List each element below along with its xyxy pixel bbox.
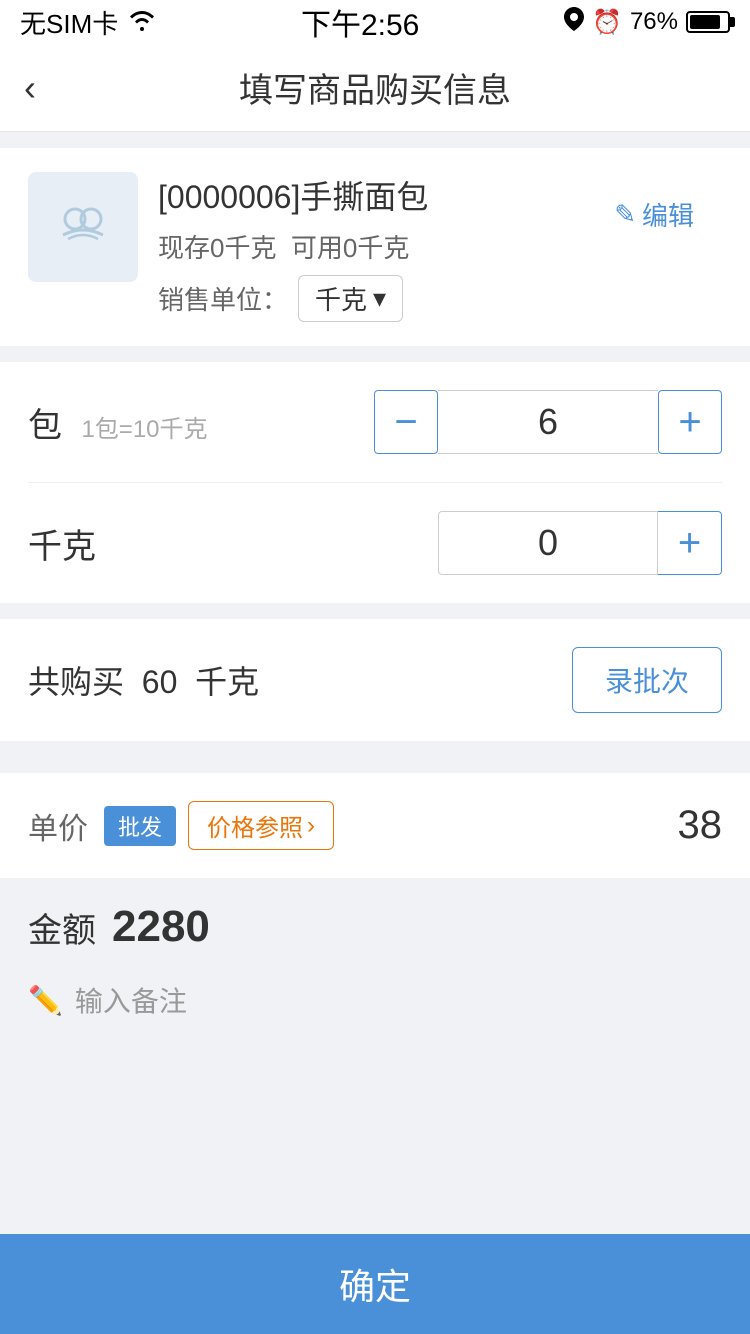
price-value: 38 <box>678 803 723 848</box>
bag-hint: 1包=10千克 <box>81 416 207 443</box>
edit-button[interactable]: ✎ 编辑 <box>614 196 694 233</box>
price-ref-button[interactable]: 价格参照 › <box>188 801 334 850</box>
unit-select[interactable]: 千克 ▾ <box>298 275 403 322</box>
kg-qty-input[interactable] <box>438 511 658 575</box>
page-title: 填写商品购买信息 <box>239 63 511 112</box>
carrier-label: 无SIM卡 <box>20 4 118 41</box>
amount-value: 2280 <box>112 902 210 952</box>
price-section: 单价 批发 价格参照 › 38 <box>0 773 750 878</box>
bag-plus-button[interactable]: + <box>658 390 722 454</box>
battery-percent: 76% <box>630 8 678 36</box>
empty-space <box>0 1044 750 1234</box>
battery-icon <box>686 11 730 33</box>
total-label: 共购买 60 千克 <box>28 657 259 703</box>
product-thumbnail <box>28 172 138 282</box>
unit-chevron-icon: ▾ <box>373 283 386 314</box>
kg-plus-button[interactable]: + <box>658 511 722 575</box>
kg-input-row: 千克 + <box>28 483 722 603</box>
kg-qty-control: + <box>438 511 722 575</box>
status-left: 无SIM卡 <box>20 4 156 41</box>
status-right: ⏰ 76% <box>564 7 730 38</box>
batch-button[interactable]: 录批次 <box>572 647 722 713</box>
price-ref-arrow-icon: › <box>307 812 315 840</box>
amount-label: 金额 <box>28 903 96 952</box>
nav-bar: ‹ 填写商品购买信息 <box>0 44 750 132</box>
amount-row: 金额 2280 <box>28 902 722 952</box>
status-bar: 无SIM卡 下午2:56 ⏰ 76% <box>0 0 750 44</box>
bag-input-row: 包 1包=10千克 − + <box>28 362 722 483</box>
back-button[interactable]: ‹ <box>24 67 36 109</box>
kg-label: 千克 <box>28 519 438 568</box>
separator-2 <box>0 741 750 757</box>
bag-qty-input[interactable] <box>438 390 658 454</box>
note-row: ✏️ 输入备注 <box>28 968 722 1044</box>
price-batch-tag: 批发 <box>104 806 176 846</box>
product-thumb-icon <box>53 197 113 257</box>
total-amount: 60 <box>142 664 178 700</box>
product-stock: 现存0千克 可用0千克 <box>158 228 722 265</box>
wifi-icon <box>128 7 156 38</box>
location-icon <box>564 7 584 38</box>
bag-label: 包 1包=10千克 <box>28 398 374 447</box>
edit-icon: ✎ <box>614 199 636 230</box>
bag-minus-button[interactable]: − <box>374 390 438 454</box>
separator-1 <box>0 346 750 362</box>
bag-qty-control: − + <box>374 390 722 454</box>
note-icon: ✏️ <box>28 984 63 1017</box>
product-card-inner: [0000006]手撕面包 现存0千克 可用0千克 销售单位： 千克 ▾ ✎ 编… <box>28 172 722 322</box>
amount-section: 金额 2280 ✏️ 输入备注 <box>0 878 750 1044</box>
total-section: 共购买 60 千克 录批次 <box>0 619 750 741</box>
product-card: [0000006]手撕面包 现存0千克 可用0千克 销售单位： 千克 ▾ ✎ 编… <box>0 148 750 346</box>
time-display: 下午2:56 <box>301 0 419 44</box>
product-info: [0000006]手撕面包 现存0千克 可用0千克 销售单位： 千克 ▾ <box>158 172 722 322</box>
input-section: 包 1包=10千克 − + 千克 + <box>0 362 750 603</box>
price-label: 单价 <box>28 804 88 848</box>
alarm-icon: ⏰ <box>592 8 622 37</box>
note-placeholder[interactable]: 输入备注 <box>75 980 187 1020</box>
confirm-bar[interactable]: 确定 <box>0 1234 750 1334</box>
product-unit-row: 销售单位： 千克 ▾ <box>158 275 722 322</box>
confirm-button-label: 确定 <box>339 1258 411 1310</box>
